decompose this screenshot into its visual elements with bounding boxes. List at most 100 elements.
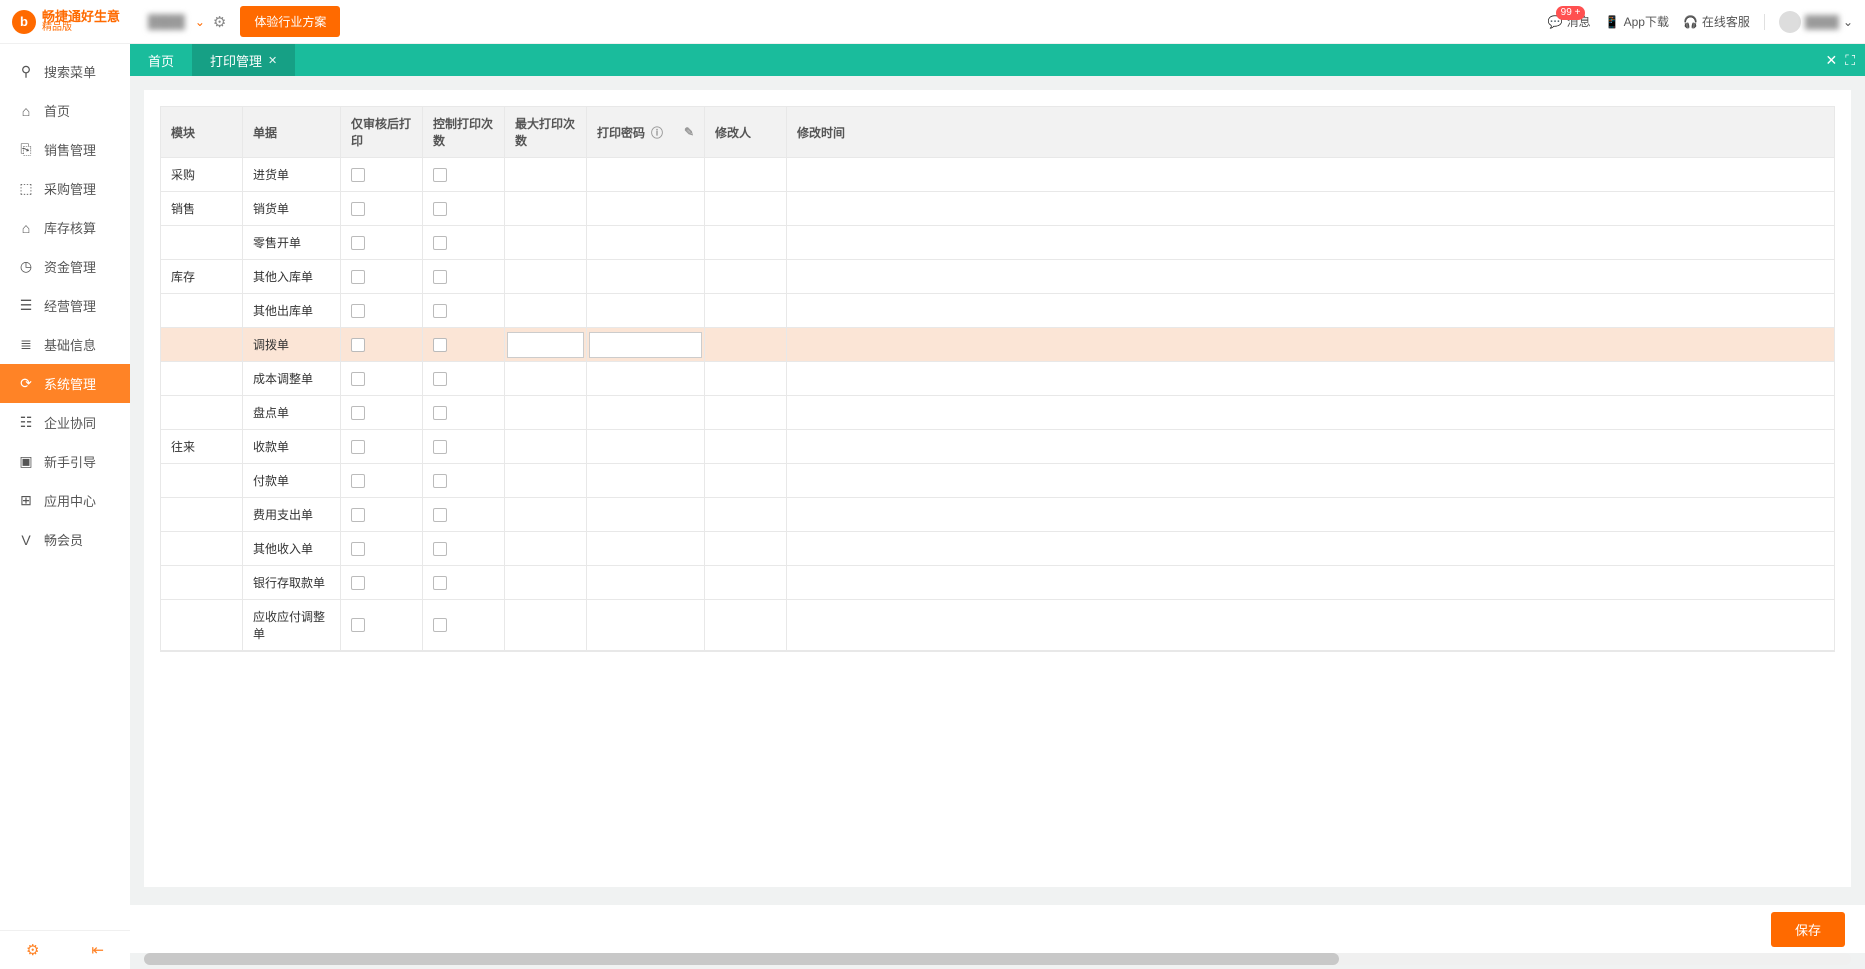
table-row[interactable]: 费用支出单 <box>161 498 1835 532</box>
table-row[interactable]: 销售销货单 <box>161 192 1835 226</box>
cell-modify-time <box>787 532 1835 566</box>
checkbox-audit-only[interactable] <box>351 576 365 590</box>
sidebar-item-system[interactable]: ⟳系统管理 <box>0 364 130 403</box>
cell-audit-only <box>341 260 423 294</box>
table-row[interactable]: 银行存取款单 <box>161 566 1835 600</box>
fullscreen-icon[interactable]: ⛶ <box>1845 52 1855 69</box>
table-row[interactable]: 采购进货单 <box>161 158 1835 192</box>
checkbox-control-count[interactable] <box>433 372 447 386</box>
table-row[interactable]: 应收应付调整单 <box>161 600 1835 651</box>
sidebar-item-inventory[interactable]: ⌂库存核算 <box>0 208 130 247</box>
cell-modifier <box>705 260 787 294</box>
cell-max-count <box>505 328 587 362</box>
cell-module: 往来 <box>161 430 243 464</box>
tab-打印管理[interactable]: 打印管理✕ <box>192 44 295 76</box>
checkbox-audit-only[interactable] <box>351 202 365 216</box>
checkbox-audit-only[interactable] <box>351 508 365 522</box>
checkbox-control-count[interactable] <box>433 508 447 522</box>
sidebar-item-apps[interactable]: ⊞应用中心 <box>0 481 130 520</box>
edit-icon[interactable]: ✎ <box>684 125 694 139</box>
checkbox-control-count[interactable] <box>433 542 447 556</box>
sidebar-item-finance[interactable]: ◷资金管理 <box>0 247 130 286</box>
checkbox-control-count[interactable] <box>433 576 447 590</box>
checkbox-control-count[interactable] <box>433 270 447 284</box>
user-menu[interactable]: ████ ⌄ <box>1779 11 1853 33</box>
app-download-link[interactable]: 📱 App下载 <box>1605 13 1669 30</box>
sidebar-item-basic[interactable]: ≣基础信息 <box>0 325 130 364</box>
cell-modify-time <box>787 226 1835 260</box>
sidebar-item-label: 经营管理 <box>44 296 96 315</box>
sidebar-item-vip[interactable]: V畅会员 <box>0 520 130 559</box>
save-button[interactable]: 保存 <box>1771 912 1845 947</box>
guide-icon: ▣ <box>18 454 34 470</box>
sidebar-item-home[interactable]: ⌂首页 <box>0 91 130 130</box>
checkbox-control-count[interactable] <box>433 406 447 420</box>
table-row[interactable]: 盘点单 <box>161 396 1835 430</box>
collapse-icon[interactable]: ⇤ <box>91 941 104 959</box>
checkbox-audit-only[interactable] <box>351 618 365 632</box>
finance-icon: ◷ <box>18 259 34 275</box>
cell-module <box>161 362 243 396</box>
checkbox-control-count[interactable] <box>433 168 447 182</box>
table-row[interactable]: 零售开单 <box>161 226 1835 260</box>
checkbox-audit-only[interactable] <box>351 440 365 454</box>
checkbox-audit-only[interactable] <box>351 236 365 250</box>
promo-button[interactable]: 体验行业方案 <box>240 6 340 37</box>
sidebar-item-operation[interactable]: ☰经营管理 <box>0 286 130 325</box>
cell-document: 销货单 <box>243 192 341 226</box>
checkbox-control-count[interactable] <box>433 236 447 250</box>
cell-max-count <box>505 532 587 566</box>
cell-password <box>587 498 705 532</box>
checkbox-audit-only[interactable] <box>351 338 365 352</box>
cell-modify-time <box>787 430 1835 464</box>
checkbox-audit-only[interactable] <box>351 270 365 284</box>
sidebar-item-collab[interactable]: ☷企业协同 <box>0 403 130 442</box>
sidebar-item-purchase[interactable]: ⬚采购管理 <box>0 169 130 208</box>
print-password-input[interactable] <box>589 332 702 358</box>
table-row[interactable]: 调拨单 <box>161 328 1835 362</box>
table-row[interactable]: 付款单 <box>161 464 1835 498</box>
cell-modify-time <box>787 328 1835 362</box>
checkbox-audit-only[interactable] <box>351 304 365 318</box>
checkbox-control-count[interactable] <box>433 618 447 632</box>
tab-首页[interactable]: 首页 <box>130 44 192 76</box>
sidebar-item-guide[interactable]: ▣新手引导 <box>0 442 130 481</box>
table-row[interactable]: 往来收款单 <box>161 430 1835 464</box>
checkbox-audit-only[interactable] <box>351 372 365 386</box>
online-service-link[interactable]: 🎧 在线客服 <box>1683 13 1750 30</box>
table-row[interactable]: 其他收入单 <box>161 532 1835 566</box>
table-row[interactable]: 成本调整单 <box>161 362 1835 396</box>
checkbox-audit-only[interactable] <box>351 542 365 556</box>
cell-modify-time <box>787 464 1835 498</box>
business-unit-select[interactable]: ████ ⌄ <box>148 14 205 29</box>
headset-icon: 🎧 <box>1683 15 1698 29</box>
table-row[interactable]: 库存其他入库单 <box>161 260 1835 294</box>
help-icon[interactable]: ⓘ <box>651 124 663 141</box>
col-modifier: 修改人 <box>705 107 787 158</box>
settings-icon[interactable]: ⚙ <box>26 941 39 959</box>
close-icon[interactable]: ✕ <box>1825 52 1837 69</box>
cell-modifier <box>705 158 787 192</box>
cell-max-count <box>505 600 587 651</box>
cell-audit-only <box>341 600 423 651</box>
cell-max-count <box>505 498 587 532</box>
checkbox-audit-only[interactable] <box>351 168 365 182</box>
cell-audit-only <box>341 396 423 430</box>
max-print-input[interactable] <box>507 332 584 358</box>
messages-link[interactable]: 💬 99 + 消息 <box>1548 13 1591 30</box>
checkbox-control-count[interactable] <box>433 202 447 216</box>
sidebar-item-search[interactable]: ⚲搜索菜单 <box>0 52 130 91</box>
checkbox-control-count[interactable] <box>433 338 447 352</box>
table-row[interactable]: 其他出库单 <box>161 294 1835 328</box>
divider <box>1764 14 1765 30</box>
scrollbar-thumb[interactable] <box>144 953 1339 965</box>
checkbox-control-count[interactable] <box>433 304 447 318</box>
gear-icon[interactable]: ⚙ <box>213 13 226 31</box>
sidebar-item-sales[interactable]: ⎘销售管理 <box>0 130 130 169</box>
checkbox-control-count[interactable] <box>433 474 447 488</box>
tab-close-icon[interactable]: ✕ <box>268 54 277 67</box>
checkbox-control-count[interactable] <box>433 440 447 454</box>
checkbox-audit-only[interactable] <box>351 474 365 488</box>
checkbox-audit-only[interactable] <box>351 406 365 420</box>
horizontal-scrollbar[interactable] <box>144 953 1851 965</box>
